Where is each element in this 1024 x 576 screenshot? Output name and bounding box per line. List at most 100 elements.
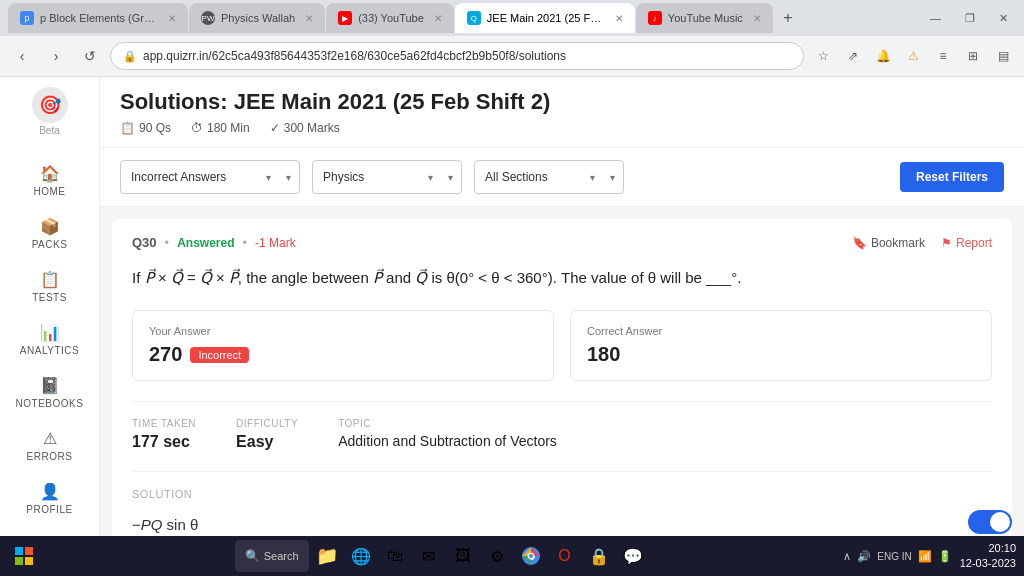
clock-time: 20:10 [960, 541, 1016, 556]
filter-type-dropdown[interactable]: Incorrect Answers ▾ [120, 160, 300, 194]
time-value: 180 Min [207, 121, 250, 135]
question-header: Q30 • Answered • -1 Mark 🔖 Bookmark ⚑ Re… [132, 235, 992, 250]
tab-close-5[interactable]: ✕ [753, 13, 761, 24]
logo-area: 🎯 Beta [32, 87, 68, 136]
toggle-switch[interactable] [968, 510, 1012, 534]
sidebar-item-tests[interactable]: 📋 TESTS [10, 262, 90, 311]
taskbar-file-explorer[interactable]: 📁 [311, 540, 343, 572]
filter-section-dropdown[interactable]: All Sections ▾ [474, 160, 624, 194]
page-title: Solutions: JEE Main 2021 (25 Feb Shift 2… [120, 89, 1004, 115]
sidebar-item-packs[interactable]: 📦 PACKS [10, 209, 90, 258]
expand-tray-icon[interactable]: ∧ [843, 550, 851, 563]
address-bar: ‹ › ↺ 🔒 app.quizrr.in/62c5ca493f85644353… [0, 36, 1024, 76]
forward-button[interactable]: › [42, 42, 70, 70]
taskbar-vpn[interactable]: 🔒 [583, 540, 615, 572]
address-actions: ☆ ⇗ 🔔 ⚠ ≡ ⊞ ▤ [810, 43, 1016, 69]
stats-row: TIME TAKEN 177 sec DIFFICULTY Easy TOPIC… [132, 401, 992, 451]
question-actions: 🔖 Bookmark ⚑ Report [852, 236, 992, 250]
reset-filters-button[interactable]: Reset Filters [900, 162, 1004, 192]
sidebar-item-analytics[interactable]: 📊 ANALYTICS [10, 315, 90, 364]
url-bar[interactable]: 🔒 app.quizrr.in/62c5ca493f85644353f2e168… [110, 42, 804, 70]
main-content: Solutions: JEE Main 2021 (25 Feb Shift 2… [100, 77, 1024, 576]
start-button[interactable] [8, 540, 40, 572]
sidebar: 🎯 Beta 🏠 HOME 📦 PACKS 📋 TESTS 📊 ANALYTIC… [0, 77, 100, 576]
topic-label: TOPIC [338, 418, 557, 429]
questions-meta: 📋 90 Qs [120, 121, 171, 135]
tab-close-4[interactable]: ✕ [615, 13, 623, 24]
your-answer-label: Your Answer [149, 325, 537, 337]
sidebar-label-home: HOME [34, 186, 66, 197]
filter-type-value: Incorrect Answers [131, 170, 226, 184]
tab-close-1[interactable]: ✕ [168, 13, 176, 24]
refresh-button[interactable]: ↺ [76, 42, 104, 70]
taskbar-mail[interactable]: ✉ [413, 540, 445, 572]
sidebar-label-packs: PACKS [32, 239, 68, 250]
sidebar-item-home[interactable]: 🏠 HOME [10, 156, 90, 205]
topic-value: Addition and Subtraction of Vectors [338, 433, 557, 449]
apps-icon[interactable]: ⊞ [960, 43, 986, 69]
filter-subject-dropdown[interactable]: Physics ▾ [312, 160, 462, 194]
locale-label: ENG IN [877, 551, 911, 562]
clock-date: 12-03-2023 [960, 556, 1016, 571]
back-button[interactable]: ‹ [8, 42, 36, 70]
minimize-button[interactable]: — [922, 8, 949, 28]
taskbar-opera[interactable]: O [549, 540, 581, 572]
speaker-icon[interactable]: 🔊 [857, 550, 871, 563]
taskbar-search[interactable]: 🔍 Search [235, 540, 309, 572]
page-header: Solutions: JEE Main 2021 (25 Feb Shift 2… [100, 77, 1024, 148]
home-icon: 🏠 [40, 164, 60, 183]
sidebar-label-analytics: ANALYTICS [20, 345, 79, 356]
restore-button[interactable]: ❐ [957, 8, 983, 29]
url-text: app.quizrr.in/62c5ca493f85644353f2e168/6… [143, 49, 791, 63]
bookmark-icon: 🔖 [852, 236, 867, 250]
menu-icon[interactable]: ≡ [930, 43, 956, 69]
sidebar-label-notebooks: NOTEBOOKS [16, 398, 84, 409]
new-tab-button[interactable]: + [774, 4, 802, 32]
share-icon[interactable]: ⇗ [840, 43, 866, 69]
taskbar-discord[interactable]: 💬 [617, 540, 649, 572]
sidebar-item-errors[interactable]: ⚠ ERRORS [10, 421, 90, 470]
questions-count: 90 Qs [139, 121, 171, 135]
sidebar-item-notebooks[interactable]: 📓 NOTEBOOKS [10, 368, 90, 417]
bookmark-button[interactable]: 🔖 Bookmark [852, 236, 925, 250]
bookmark-star-icon[interactable]: ☆ [810, 43, 836, 69]
taskbar-edge[interactable]: 🌐 [345, 540, 377, 572]
time-taken-label: TIME TAKEN [132, 418, 196, 429]
tab-physics-wallah[interactable]: PW Physics Wallah ✕ [189, 3, 325, 33]
tab-youtube[interactable]: ▶ (33) YouTube ✕ [326, 3, 454, 33]
sidebar-label-tests: TESTS [32, 292, 67, 303]
sidebar-item-profile[interactable]: 👤 PROFILE [10, 474, 90, 523]
sidebar-toggle-icon[interactable]: ▤ [990, 43, 1016, 69]
app-container: 🎯 Beta 🏠 HOME 📦 PACKS 📋 TESTS 📊 ANALYTIC… [0, 77, 1024, 576]
bookmark-label: Bookmark [871, 236, 925, 250]
solution-label: SOLUTION [132, 488, 992, 500]
tab-youtube-music[interactable]: ♪ YouTube Music ✕ [636, 3, 773, 33]
taskbar-icons: 🔍 Search 📁 🌐 🛍 ✉ 🖼 ⚙ O 🔒 💬 [44, 540, 839, 572]
close-button[interactable]: ✕ [991, 8, 1016, 29]
topic-stat: TOPIC Addition and Subtraction of Vector… [338, 418, 557, 451]
taskbar-store[interactable]: 🛍 [379, 540, 411, 572]
toggle-area [968, 510, 1012, 534]
taskbar-photos[interactable]: 🖼 [447, 540, 479, 572]
taskbar-settings[interactable]: ⚙ [481, 540, 513, 572]
window-controls: — ❐ ✕ [922, 8, 1024, 29]
wifi-icon[interactable]: 📶 [918, 550, 932, 563]
tab-jee-main[interactable]: Q JEE Main 2021 (25 Feb Shift 2) - C ✕ [455, 3, 635, 33]
question-text: If P⃗ × Q⃗ = Q⃗ × P⃗, the angle between … [132, 266, 992, 290]
time-taken-value: 177 sec [132, 433, 196, 451]
tab-p-block[interactable]: p p Block Elements (Group 15, 16, 17, 6.… [8, 3, 188, 33]
battery-icon[interactable]: 🔋 [938, 550, 952, 563]
notebooks-icon: 📓 [40, 376, 60, 395]
alert-icon[interactable]: 🔔 [870, 43, 896, 69]
tab-close-3[interactable]: ✕ [434, 13, 442, 24]
warning-icon[interactable]: ⚠ [900, 43, 926, 69]
system-clock[interactable]: 20:10 12-03-2023 [960, 541, 1016, 572]
correct-answer-box: Correct Answer 180 [570, 310, 992, 381]
taskbar-chrome[interactable] [515, 540, 547, 572]
report-button[interactable]: ⚑ Report [941, 236, 992, 250]
report-icon: ⚑ [941, 236, 952, 250]
question-status: Answered [177, 236, 234, 250]
marks-meta: ✓ 300 Marks [270, 121, 340, 135]
tab-bar: p p Block Elements (Group 15, 16, 17, 6.… [0, 0, 1024, 36]
tab-close-2[interactable]: ✕ [305, 13, 313, 24]
